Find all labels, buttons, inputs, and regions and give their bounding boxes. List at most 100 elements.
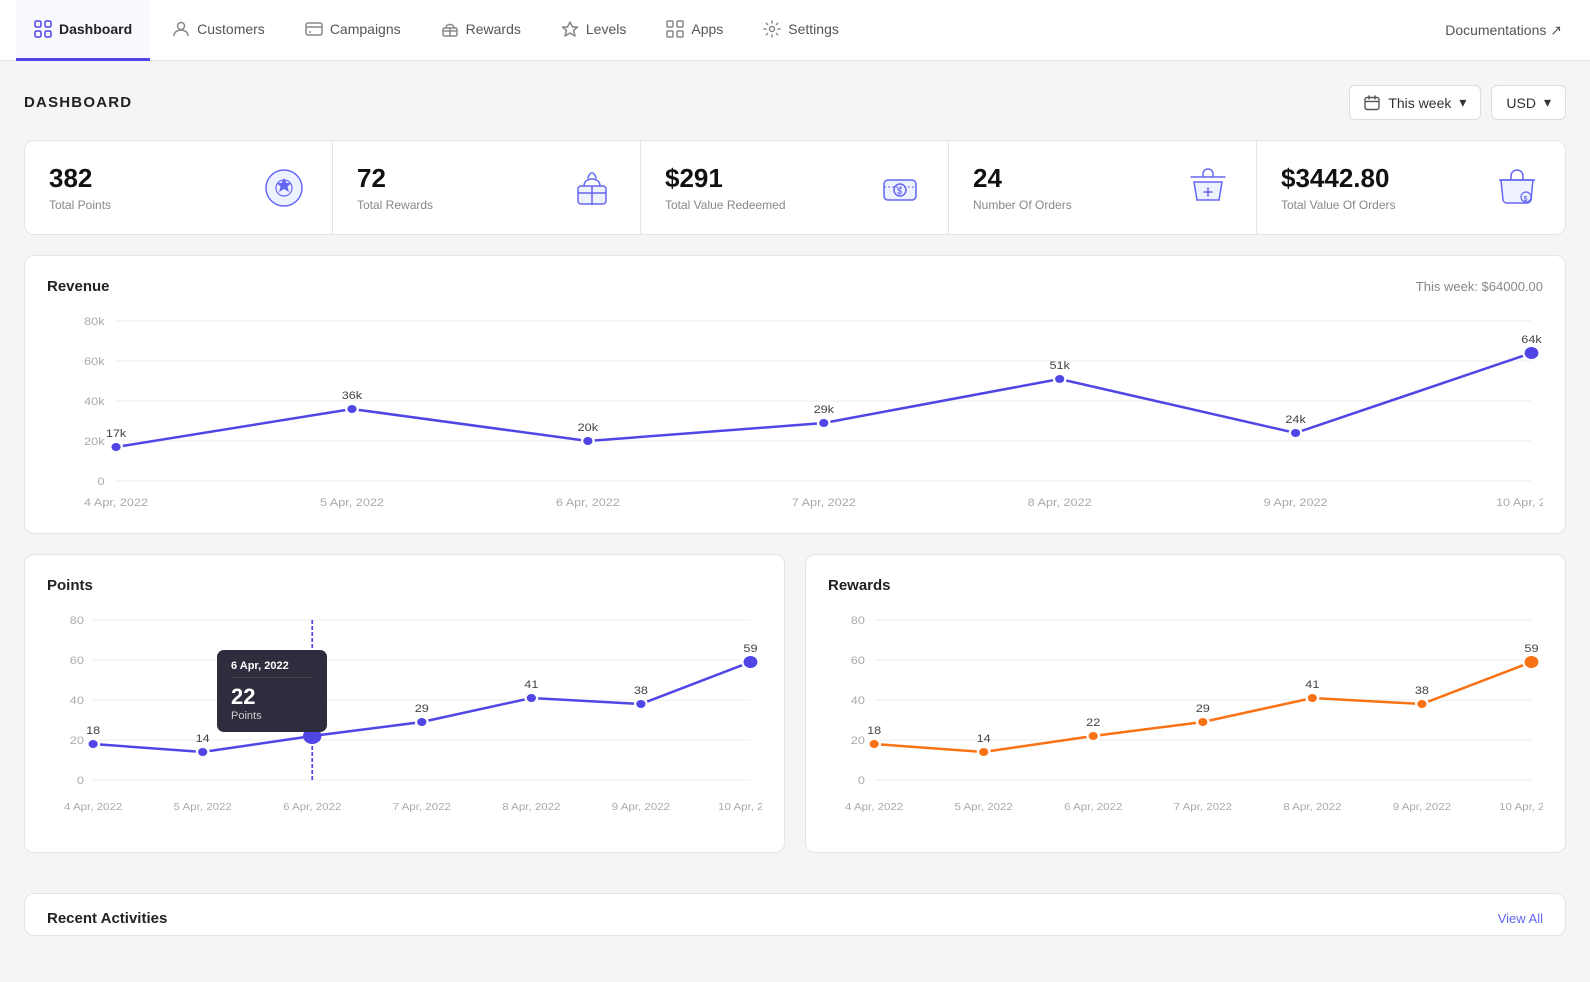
svg-text:0: 0 xyxy=(77,774,84,787)
points-chart-card: Points 80 60 40 20 0 xyxy=(24,554,785,853)
svg-text:20: 20 xyxy=(851,734,866,747)
svg-text:6 Apr, 2022: 6 Apr, 2022 xyxy=(556,496,620,509)
svg-text:22: 22 xyxy=(1086,716,1100,729)
nav-rewards[interactable]: Rewards xyxy=(423,0,539,61)
nav-apps-label: Apps xyxy=(691,21,723,37)
svg-text:5 Apr, 2022: 5 Apr, 2022 xyxy=(320,496,384,509)
svg-text:38: 38 xyxy=(634,684,649,697)
svg-text:6 Apr, 2022: 6 Apr, 2022 xyxy=(1064,802,1122,813)
nav-apps[interactable]: Apps xyxy=(648,0,741,61)
recent-activities-card: Recent Activities View All xyxy=(24,893,1566,936)
stat-value-points: 382 xyxy=(49,163,111,194)
tooltip-date: 6 Apr, 2022 xyxy=(231,660,313,678)
stat-value-redeemed: $291 xyxy=(665,163,786,194)
nav-settings-label: Settings xyxy=(788,21,839,37)
stat-label-orders: Number Of Orders xyxy=(973,198,1072,212)
stat-value-total-orders: $3442.80 xyxy=(1281,163,1396,194)
svg-text:29: 29 xyxy=(1196,702,1211,715)
redeemed-icon: $ xyxy=(876,164,924,212)
apps-icon xyxy=(666,20,684,38)
points-tooltip: 6 Apr, 2022 22 Points xyxy=(217,650,327,732)
svg-text:0: 0 xyxy=(858,774,865,787)
points-icon xyxy=(260,164,308,212)
svg-text:40: 40 xyxy=(70,694,85,707)
nav-customers-label: Customers xyxy=(197,21,265,37)
this-week-dropdown[interactable]: This week ▾ xyxy=(1349,85,1481,120)
view-all-link[interactable]: View All xyxy=(1498,911,1543,926)
stat-card-total-orders: $3442.80 Total Value Of Orders $ xyxy=(1257,141,1565,234)
svg-text:24k: 24k xyxy=(1285,413,1305,426)
svg-text:60: 60 xyxy=(70,654,85,667)
svg-text:80: 80 xyxy=(851,614,866,627)
customers-icon xyxy=(172,20,190,38)
svg-text:4 Apr, 2022: 4 Apr, 2022 xyxy=(845,802,903,813)
stat-label-rewards: Total Rewards xyxy=(357,198,433,212)
nav-docs[interactable]: Documentations ↗ xyxy=(1433,22,1574,39)
svg-text:51k: 51k xyxy=(1049,359,1069,372)
svg-text:18: 18 xyxy=(867,724,882,737)
rewards-svg: 80 60 40 20 0 18 14 22 29 41 3 xyxy=(828,610,1543,830)
nav-rewards-label: Rewards xyxy=(466,21,521,37)
stat-label-points: Total Points xyxy=(49,198,111,212)
header-row: DASHBOARD This week ▾ USD ▾ xyxy=(24,85,1566,120)
bottom-charts: Points 80 60 40 20 0 xyxy=(24,554,1566,873)
rewards-chart-header: Rewards xyxy=(828,577,1543,594)
svg-text:10 Apr, 2022: 10 Apr, 2022 xyxy=(718,802,762,813)
svg-text:7 Apr, 2022: 7 Apr, 2022 xyxy=(393,802,451,813)
svg-text:36k: 36k xyxy=(342,389,362,402)
svg-text:64k: 64k xyxy=(1521,333,1541,346)
orders-icon xyxy=(1184,164,1232,212)
tooltip-value: 22 xyxy=(231,684,313,710)
nav-campaigns[interactable]: Campaigns xyxy=(287,0,419,61)
svg-text:9 Apr, 2022: 9 Apr, 2022 xyxy=(1264,496,1328,509)
stat-card-orders: 24 Number Of Orders xyxy=(949,141,1257,234)
usd-dropdown[interactable]: USD ▾ xyxy=(1491,85,1566,120)
svg-text:80k: 80k xyxy=(84,315,104,328)
svg-text:4 Apr, 2022: 4 Apr, 2022 xyxy=(84,496,148,509)
svg-text:60: 60 xyxy=(851,654,866,667)
svg-text:6 Apr, 2022: 6 Apr, 2022 xyxy=(283,802,341,813)
rewards-icon xyxy=(441,20,459,38)
total-orders-icon: $ xyxy=(1493,164,1541,212)
stat-label-total-orders: Total Value Of Orders xyxy=(1281,198,1396,212)
stat-value-orders: 24 xyxy=(973,163,1072,194)
svg-text:0: 0 xyxy=(97,475,104,488)
svg-text:80: 80 xyxy=(70,614,85,627)
settings-icon xyxy=(763,20,781,38)
rewards-chart-title: Rewards xyxy=(828,577,891,594)
stat-value-rewards: 72 xyxy=(357,163,433,194)
svg-text:4 Apr, 2022: 4 Apr, 2022 xyxy=(64,802,122,813)
dashboard-icon xyxy=(34,20,52,38)
revenue-svg: 80k 60k 40k 20k 0 17k 36k 20k 29k 51k 24… xyxy=(47,311,1543,511)
svg-text:60k: 60k xyxy=(84,355,104,368)
revenue-chart-card: Revenue This week: $64000.00 80k 60k 40k… xyxy=(24,255,1566,534)
nav-customers[interactable]: Customers xyxy=(154,0,283,61)
svg-text:7 Apr, 2022: 7 Apr, 2022 xyxy=(792,496,856,509)
svg-text:8 Apr, 2022: 8 Apr, 2022 xyxy=(1028,496,1092,509)
svg-text:5 Apr, 2022: 5 Apr, 2022 xyxy=(174,802,232,813)
points-chart-title: Points xyxy=(47,577,93,594)
stat-card-rewards: 72 Total Rewards xyxy=(333,141,641,234)
tooltip-label: Points xyxy=(231,710,313,722)
nav-dashboard-label: Dashboard xyxy=(59,21,132,37)
svg-text:59: 59 xyxy=(1524,642,1539,655)
svg-text:59: 59 xyxy=(743,642,758,655)
recent-activities-header: Recent Activities View All xyxy=(47,894,1543,935)
rewards-chart-card: Rewards 80 60 40 20 0 xyxy=(805,554,1566,853)
campaigns-icon xyxy=(305,20,323,38)
nav-settings[interactable]: Settings xyxy=(745,0,857,61)
levels-icon xyxy=(561,20,579,38)
stat-cards: 382 Total Points 72 Total Rewards xyxy=(24,140,1566,235)
svg-text:14: 14 xyxy=(977,732,992,745)
svg-text:8 Apr, 2022: 8 Apr, 2022 xyxy=(502,802,560,813)
chevron-down-icon: ▾ xyxy=(1459,94,1466,111)
nav-dashboard[interactable]: Dashboard xyxy=(16,0,150,61)
svg-text:20: 20 xyxy=(70,734,85,747)
svg-text:40: 40 xyxy=(851,694,866,707)
svg-text:29k: 29k xyxy=(814,403,834,416)
header-controls: This week ▾ USD ▾ xyxy=(1349,85,1566,120)
page-title: DASHBOARD xyxy=(24,94,132,111)
nav-levels[interactable]: Levels xyxy=(543,0,644,61)
recent-title: Recent Activities xyxy=(47,910,167,927)
revenue-chart-title: Revenue xyxy=(47,278,110,295)
